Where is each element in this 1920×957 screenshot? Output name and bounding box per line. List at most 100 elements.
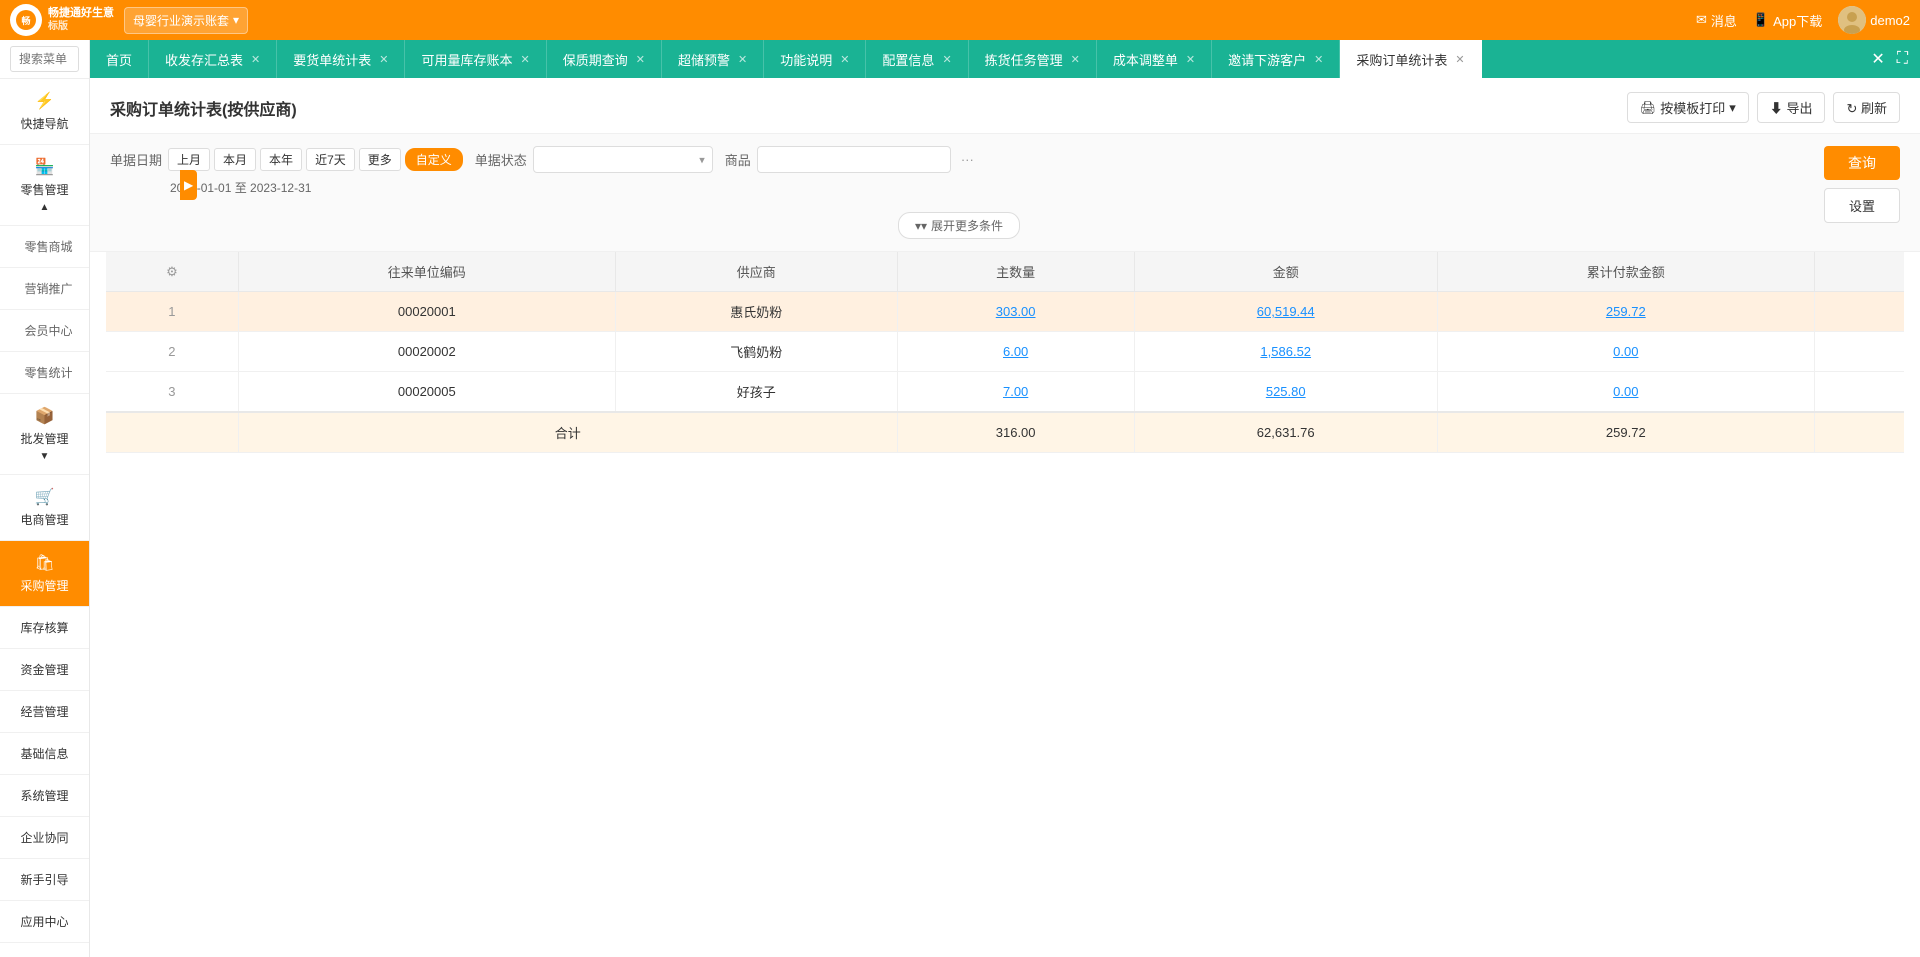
tab-keyongliangyucunzhangben-close[interactable]: ✕ — [521, 53, 530, 66]
page-title: 采购订单统计表(按供应商) — [110, 96, 297, 120]
org-selector[interactable]: 母婴行业演示账套 ▾ — [124, 7, 248, 34]
sidebar-item-zijinguanli[interactable]: 资金管理 — [0, 649, 89, 691]
toggle-sidebar-button[interactable]: ▶ — [180, 170, 197, 200]
refresh-button[interactable]: ↻ 刷新 — [1833, 92, 1900, 123]
sidebar-item-pifaguanli[interactable]: 📦 批发管理 ▼ — [0, 394, 89, 475]
tab-gongnengshiming[interactable]: 功能说明 ✕ — [764, 40, 866, 78]
table-row[interactable]: 1 00020001 惠氏奶粉 303.00 60,519.44 259.72 — [106, 292, 1904, 332]
table-summary-row: 合计 316.00 62,631.76 259.72 — [106, 412, 1904, 453]
sidebar-item-dianziguanli[interactable]: 🛒 电商管理 — [0, 475, 89, 541]
tab-yaoqingxiayouke-close[interactable]: ✕ — [1314, 53, 1323, 66]
tab-caigoudingdantongjibiao-close[interactable]: ✕ — [1455, 53, 1464, 66]
tab-peizhixinxi-close[interactable]: ✕ — [942, 53, 951, 66]
tab-yaoqingxiayouke-label: 邀请下游客户 — [1228, 50, 1306, 69]
expand-icon: ▾▾ — [915, 219, 927, 233]
tab-shoufahuizonghebiao-close[interactable]: ✕ — [251, 53, 260, 66]
tab-shoufahuizonghebiao-label: 收发存汇总表 — [165, 50, 243, 69]
query-settings-group: 查询 设置 — [1824, 146, 1900, 223]
app-download-btn[interactable]: 📱 App下载 — [1753, 11, 1822, 30]
retail-arrow-icon: ▲ — [40, 202, 50, 213]
tab-keyongliangyucunzhangben[interactable]: 可用量库存账本 ✕ — [405, 40, 546, 78]
table-row[interactable]: 2 00020002 飞鹤奶粉 6.00 1,586.52 0.00 — [106, 332, 1904, 372]
print-label: 按模板打印 — [1660, 98, 1725, 117]
settings-button[interactable]: 设置 — [1824, 188, 1900, 223]
summary-paid: 259.72 — [1437, 412, 1814, 453]
top-bar: 畅 畅捷通好生意 标版 母婴行业演示账套 ▾ ✉ 消息 📱 App下载 demo… — [0, 0, 1920, 40]
query-button[interactable]: 查询 — [1824, 146, 1900, 180]
avatar — [1838, 6, 1866, 34]
sidebar-item-lingsoushangcheng[interactable]: 零售商城 — [0, 226, 89, 268]
table-settings-icon[interactable]: ⚙ — [166, 264, 178, 279]
tab-caigoudingdantongjibiao[interactable]: 采购订单统计表 ✕ — [1340, 40, 1481, 78]
tab-chengbentiaozhendan-close[interactable]: ✕ — [1186, 53, 1195, 66]
shortcut-benyue[interactable]: 本月 — [214, 148, 256, 171]
row-extra — [1814, 332, 1904, 372]
col-amount: 金额 — [1134, 252, 1437, 292]
date-shortcuts: 上月 本月 本年 近7天 更多 自定义 — [168, 148, 463, 171]
row-paid: 0.00 — [1437, 372, 1814, 413]
sidebar-item-quick-nav[interactable]: ⚡ 快捷导航 — [0, 79, 89, 145]
messages-btn[interactable]: ✉ 消息 — [1696, 11, 1737, 30]
row-code: 00020002 — [238, 332, 615, 372]
sidebar-item-jichuxxinxi[interactable]: 基础信息 — [0, 733, 89, 775]
tab-close-all-button[interactable]: ✕ — [1867, 47, 1888, 71]
shortcut-gengduo[interactable]: 更多 — [359, 148, 401, 171]
goods-dots-button[interactable]: ··· — [957, 150, 978, 169]
tab-yaoqingxiayouke[interactable]: 邀请下游客户 ✕ — [1212, 40, 1340, 78]
tab-gongnengshiming-close[interactable]: ✕ — [840, 53, 849, 66]
tab-home[interactable]: 首页 — [90, 40, 149, 78]
quicknav-label: 快捷导航 — [20, 115, 68, 132]
sidebar-item-lingshouguanli[interactable]: 🏪 零售管理 ▲ — [0, 145, 89, 226]
date-range-display: 2016-01-01 至 2023-12-31 — [110, 179, 1808, 196]
sidebar-item-xinshoudayin[interactable]: 新手引导 — [0, 859, 89, 901]
sidebar-item-jingyinguanli[interactable]: 经营管理 — [0, 691, 89, 733]
tab-baozhouxianchaxun[interactable]: 保质期查询 ✕ — [547, 40, 662, 78]
tab-baozhouxianchaxun-close[interactable]: ✕ — [636, 53, 645, 66]
sidebar-item-yingxiaotuiguang[interactable]: 营销推广 — [0, 268, 89, 310]
filter-date-item: 单据日期 上月 本月 本年 近7天 更多 自定义 — [110, 148, 463, 171]
col-quantity: 主数量 — [897, 252, 1134, 292]
status-select[interactable] — [533, 146, 713, 173]
print-button[interactable]: 🖨 按模板打印 ▾ — [1627, 92, 1749, 123]
shortcut-jin7tian[interactable]: 近7天 — [306, 148, 355, 171]
tab-baohuorenwuguanli-close[interactable]: ✕ — [1071, 53, 1080, 66]
row-amount: 525.80 — [1134, 372, 1437, 413]
sidebar-item-qiyeweixin[interactable]: 企业微信 — [0, 943, 89, 957]
row-code: 00020001 — [238, 292, 615, 332]
expand-label: 展开更多条件 — [931, 217, 1003, 234]
sidebar-item-lingsoujisuan[interactable]: 零售统计 — [0, 352, 89, 394]
col-paid: 累计付款金额 — [1437, 252, 1814, 292]
wholesale-arrow-icon: ▼ — [40, 451, 50, 462]
sidebar-item-kucunhesuan[interactable]: 库存核算 — [0, 607, 89, 649]
tab-chengbentiaozhendan[interactable]: 成本调整单 ✕ — [1097, 40, 1212, 78]
tab-peizhixinxi[interactable]: 配置信息 ✕ — [866, 40, 968, 78]
sidebar-item-xitongguanli[interactable]: 系统管理 — [0, 775, 89, 817]
tab-maximize-button[interactable]: ⛶ — [1893, 48, 1912, 70]
shortcut-shangmue[interactable]: 上月 — [168, 148, 210, 171]
user-profile[interactable]: demo2 — [1838, 6, 1910, 34]
tab-home-label: 首页 — [106, 50, 132, 69]
summary-label: 合计 — [238, 412, 897, 453]
table-row[interactable]: 3 00020005 好孩子 7.00 525.80 0.00 — [106, 372, 1904, 413]
search-input[interactable] — [10, 46, 79, 72]
expand-filter-button[interactable]: ▾▾ 展开更多条件 — [898, 212, 1020, 239]
tab-baozhouxianchaxun-label: 保质期查询 — [563, 50, 628, 69]
tab-chaocuyujing[interactable]: 超储预警 ✕ — [662, 40, 764, 78]
sidebar-item-huiyuanzhongxin[interactable]: 会员中心 — [0, 310, 89, 352]
export-label: 导出 — [1786, 101, 1812, 116]
sidebar-item-yingyongzhongxin[interactable]: 应用中心 — [0, 901, 89, 943]
sidebar-item-qiyexietong[interactable]: 企业协同 — [0, 817, 89, 859]
tab-chaocuyujing-close[interactable]: ✕ — [738, 53, 747, 66]
tab-baohuorenwuguanli[interactable]: 拣货任务管理 ✕ — [969, 40, 1097, 78]
goods-input[interactable] — [757, 146, 951, 173]
export-button[interactable]: ⬇ 导出 — [1757, 92, 1826, 123]
summary-empty — [106, 412, 238, 453]
shortcut-bennian[interactable]: 本年 — [260, 148, 302, 171]
summary-amount: 62,631.76 — [1134, 412, 1437, 453]
shortcut-zidingyi[interactable]: 自定义 — [405, 148, 463, 171]
tab-yaohuodantongjibiao-close[interactable]: ✕ — [379, 53, 388, 66]
app-download-label: App下载 — [1773, 11, 1822, 30]
tab-yaohuodantongjibiao[interactable]: 要货单统计表 ✕ — [277, 40, 405, 78]
tab-shoufahuizonghebiao[interactable]: 收发存汇总表 ✕ — [149, 40, 277, 78]
sidebar-item-caigouguanli[interactable]: 🛍 采购管理 — [0, 541, 89, 607]
